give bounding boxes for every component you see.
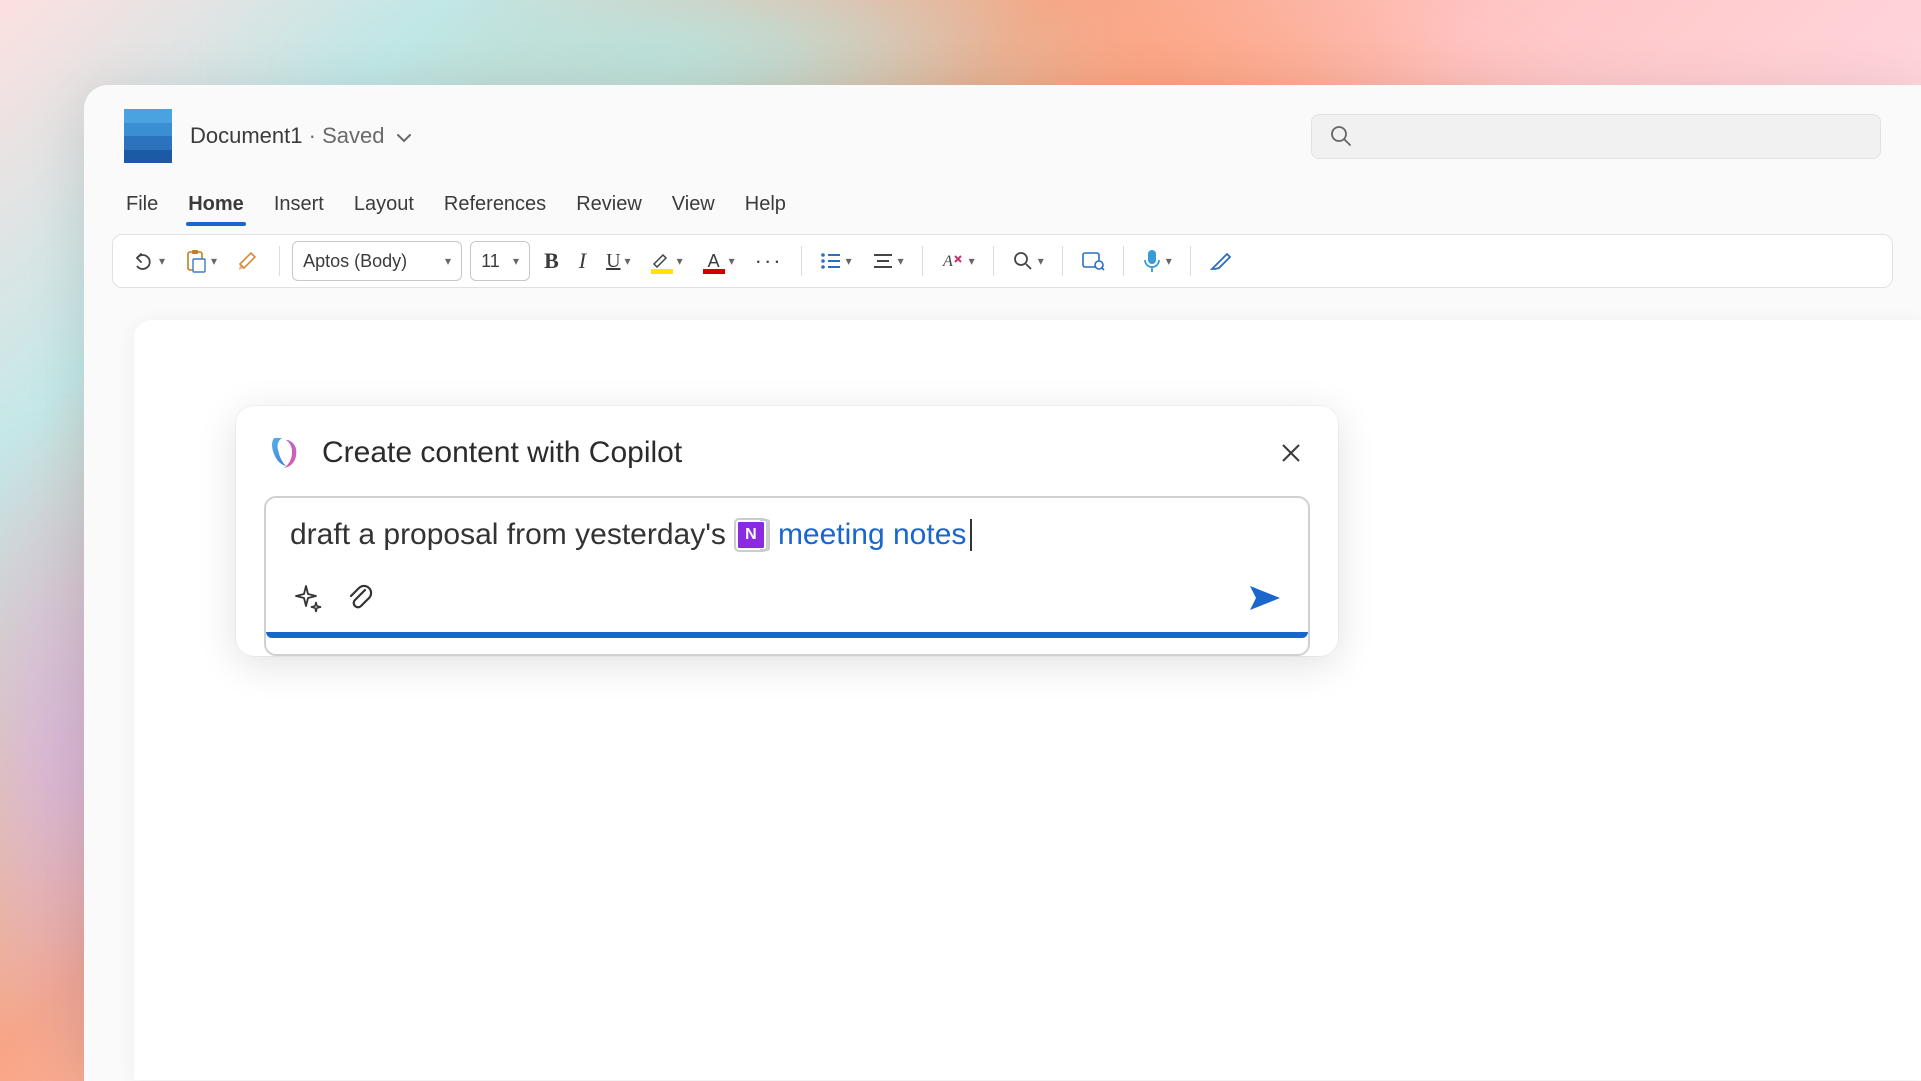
svg-text:A: A xyxy=(942,253,953,270)
italic-button[interactable]: I xyxy=(573,244,592,278)
font-name-value: Aptos (Body) xyxy=(303,251,407,272)
attach-file-button[interactable] xyxy=(342,580,378,616)
chevron-down-icon: ▾ xyxy=(729,254,735,268)
title-bar: Document1 · Saved xyxy=(84,85,1921,179)
referenced-file-label: meeting notes xyxy=(778,518,966,552)
font-family-selector[interactable]: Aptos (Body) ▾ xyxy=(292,241,462,281)
copilot-compose-card: Create content with Copilot draft a prop… xyxy=(236,406,1338,656)
editor-button[interactable] xyxy=(1203,245,1239,277)
input-accent-bar xyxy=(266,632,1308,638)
close-button[interactable] xyxy=(1272,438,1310,468)
undo-button[interactable]: ▾ xyxy=(127,246,171,276)
toolbar-separator xyxy=(1062,246,1063,276)
word-app-window: Document1 · Saved File Home Insert Layou… xyxy=(84,85,1921,1081)
chevron-down-icon[interactable] xyxy=(397,133,411,143)
chevron-down-icon: ▾ xyxy=(1166,254,1172,268)
toolbar-separator xyxy=(279,246,280,276)
toolbar-separator xyxy=(922,246,923,276)
chevron-down-icon: ▾ xyxy=(677,254,683,268)
font-size-value: 11 xyxy=(481,251,500,272)
inspire-me-button[interactable] xyxy=(290,580,326,616)
document-canvas[interactable]: Create content with Copilot draft a prop… xyxy=(134,320,1921,1080)
format-painter-button[interactable] xyxy=(231,246,267,276)
tab-references[interactable]: References xyxy=(442,187,548,226)
tab-home[interactable]: Home xyxy=(186,187,246,226)
find-button[interactable]: ▾ xyxy=(1006,246,1050,276)
tab-review[interactable]: Review xyxy=(574,187,644,226)
title-separator: · xyxy=(303,123,323,148)
onenote-icon: N xyxy=(736,520,766,550)
chevron-down-icon: ▾ xyxy=(1038,254,1044,268)
copilot-prompt-input[interactable]: draft a proposal from yesterday's N meet… xyxy=(264,496,1310,656)
chevron-down-icon: ▾ xyxy=(898,254,904,268)
toolbar-separator xyxy=(1190,246,1191,276)
font-color-icon: A xyxy=(703,250,725,272)
clear-formatting-button[interactable]: A ▾ xyxy=(935,246,981,276)
tab-help[interactable]: Help xyxy=(743,187,788,226)
chevron-down-icon: ▾ xyxy=(513,254,519,268)
bullets-button[interactable]: ▾ xyxy=(814,247,858,275)
prompt-input-footer xyxy=(290,552,1284,628)
underline-letter: U xyxy=(606,250,620,273)
text-cursor xyxy=(970,519,972,551)
ribbon-tabs: File Home Insert Layout References Revie… xyxy=(84,179,1921,226)
copilot-logo-icon xyxy=(264,432,306,474)
bold-button[interactable]: B xyxy=(538,244,565,278)
align-button[interactable]: ▾ xyxy=(866,247,910,275)
designer-button[interactable] xyxy=(1075,246,1111,276)
chevron-down-icon: ▾ xyxy=(211,254,217,268)
prompt-text-line: draft a proposal from yesterday's N meet… xyxy=(290,518,1284,552)
underline-button[interactable]: U ▾ xyxy=(600,246,636,277)
tab-layout[interactable]: Layout xyxy=(352,187,416,226)
toolbar-separator xyxy=(801,246,802,276)
word-app-icon xyxy=(124,109,172,163)
prompt-prefix-text: draft a proposal from yesterday's xyxy=(290,518,726,552)
dictate-button[interactable]: ▾ xyxy=(1136,244,1178,278)
search-icon xyxy=(1330,125,1352,147)
tab-file[interactable]: File xyxy=(124,187,160,226)
toolbar-separator xyxy=(993,246,994,276)
tab-view[interactable]: View xyxy=(670,187,717,226)
copilot-card-title: Create content with Copilot xyxy=(322,436,1256,470)
font-color-button[interactable]: A ▾ xyxy=(697,246,741,276)
more-formatting-button[interactable]: ··· xyxy=(749,244,789,278)
paste-button[interactable]: ▾ xyxy=(179,245,223,277)
search-input[interactable] xyxy=(1311,114,1881,159)
tab-insert[interactable]: Insert xyxy=(272,187,326,226)
chevron-down-icon: ▾ xyxy=(159,254,165,268)
toolbar-separator xyxy=(1123,246,1124,276)
chevron-down-icon: ▾ xyxy=(846,254,852,268)
highlight-color-button[interactable]: ▾ xyxy=(645,246,689,276)
document-title[interactable]: Document1 · Saved xyxy=(190,123,411,149)
copilot-header: Create content with Copilot xyxy=(264,432,1310,496)
chevron-down-icon: ▾ xyxy=(625,254,631,268)
document-name-text: Document1 xyxy=(190,123,303,148)
chevron-down-icon: ▾ xyxy=(969,254,975,268)
referenced-file-chip[interactable]: N meeting notes xyxy=(736,518,966,552)
chevron-down-icon: ▾ xyxy=(445,254,451,268)
home-toolbar: ▾ ▾ Aptos (Body) ▾ 11 ▾ B I U ▾ ▾ xyxy=(112,234,1893,288)
send-button[interactable] xyxy=(1248,580,1284,616)
highlight-icon xyxy=(651,250,673,272)
font-size-selector[interactable]: 11 ▾ xyxy=(470,241,530,281)
save-status-text: Saved xyxy=(322,123,384,148)
